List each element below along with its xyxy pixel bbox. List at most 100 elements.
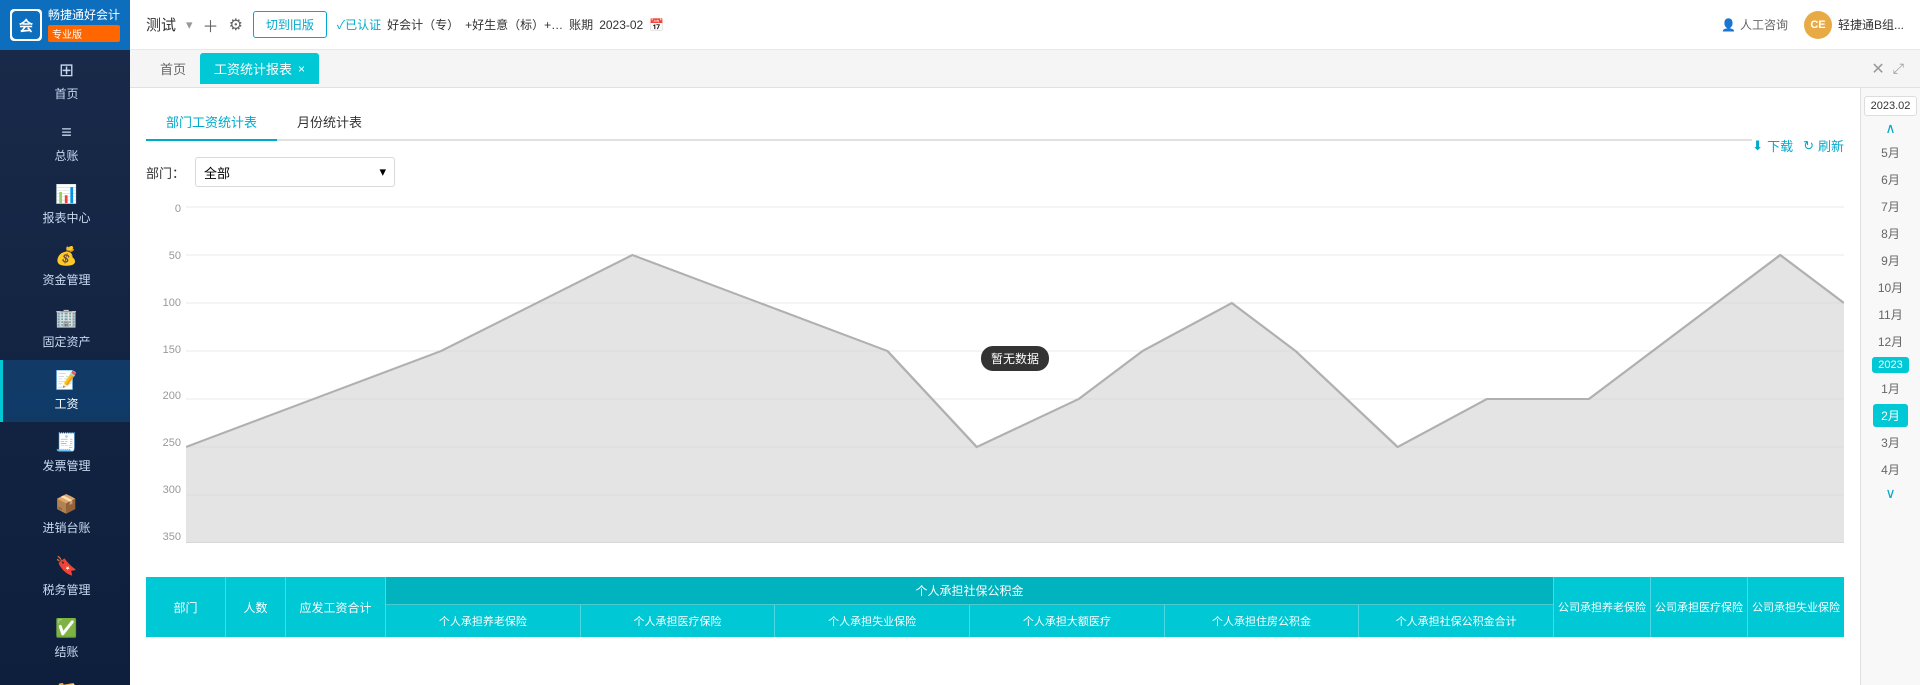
sidebar-item-reports[interactable]: 📊 报表中心 — [0, 174, 130, 236]
th-group-label: 个人承担社保公积金 — [915, 582, 1023, 599]
filter-actions: ⬇ 下载 ↻ 刷新 — [1752, 136, 1844, 155]
sidebar-item-label: 报表中心 — [42, 209, 90, 226]
sub-tab-monthly[interactable]: 月份统计表 — [277, 104, 382, 141]
sidebar-item-assets[interactable]: 🏢 固定资产 — [0, 298, 130, 360]
download-button[interactable]: ⬇ 下载 — [1752, 136, 1793, 155]
month-jan[interactable]: 1月 — [1873, 377, 1908, 400]
y-label-150: 150 — [146, 344, 181, 356]
tab-close-button[interactable]: × — [298, 62, 305, 76]
th-company-pension: 公司承担养老保险 — [1554, 577, 1651, 637]
reports-icon: 📊 — [55, 184, 77, 205]
assets-icon: 🏢 — [55, 308, 77, 329]
topbar-add-button[interactable]: ＋ — [203, 13, 219, 37]
up-nav-button[interactable]: ∧ — [1885, 120, 1895, 137]
year-2023-label[interactable]: 2023 — [1872, 357, 1908, 373]
sidebar: 会 畅捷通好会计 专业版 ⊞ 首页 ≡ 总账 📊 报表中心 💰 资金管理 🏢 固… — [0, 0, 130, 685]
month-jun[interactable]: 6月 — [1873, 168, 1908, 191]
refresh-label: 刷新 — [1818, 136, 1844, 155]
sidebar-item-settle[interactable]: ✅ 结账 — [0, 608, 130, 670]
user-name: 轻捷通B组... — [1838, 16, 1904, 33]
month-sep[interactable]: 9月 — [1873, 249, 1908, 272]
th-dept: 部门 — [146, 577, 226, 637]
th-personal-housing-fund: 个人承担住房公积金 — [1165, 605, 1360, 637]
down-nav-button[interactable]: ∨ — [1885, 485, 1895, 502]
topbar-title: 测试 — [146, 14, 176, 35]
panel-expand-button[interactable]: ⤢ — [1893, 60, 1904, 77]
sidebar-item-tax[interactable]: 🔖 税务管理 — [0, 546, 130, 608]
chevron-down-icon: ▾ — [379, 164, 386, 180]
sub-tab-dept[interactable]: 部门工资统计表 — [146, 104, 277, 141]
user-menu[interactable]: CE 轻捷通B组... — [1804, 11, 1904, 39]
sidebar-item-label: 进销台账 — [42, 519, 90, 536]
main-content: 测试 ▾ ＋ ⚙ 切到旧版 ✓已认证 好会计（专） +好生意（标）+… 账期 2… — [130, 0, 1920, 685]
help-button[interactable]: 👤 人工咨询 — [1721, 16, 1788, 33]
switch-to-old-button[interactable]: 切到旧版 — [253, 11, 327, 38]
sidebar-item-label: 发票管理 — [42, 457, 90, 474]
sidebar-item-label: 资金管理 — [42, 271, 90, 288]
right-panel-year[interactable]: 2023.02 — [1864, 96, 1918, 116]
month-aug[interactable]: 8月 — [1873, 222, 1908, 245]
y-label-300: 300 — [146, 484, 181, 496]
sidebar-item-sales[interactable]: 📦 进销台账 — [0, 484, 130, 546]
th-company-unemployment: 公司承担失业保险 — [1748, 577, 1844, 637]
dept-select[interactable]: 全部 ▾ — [195, 157, 395, 187]
dept-select-value: 全部 — [204, 163, 230, 182]
sales-icon: 📦 — [55, 494, 77, 515]
sidebar-item-home[interactable]: ⊞ 首页 — [0, 50, 130, 112]
month-mar[interactable]: 3月 — [1873, 431, 1908, 454]
tab-home-label: 首页 — [160, 62, 186, 77]
help-icon: 👤 — [1721, 18, 1736, 32]
chart-tooltip: 暂无数据 — [981, 346, 1049, 371]
sidebar-item-ledger[interactable]: ≡ 总账 — [0, 112, 130, 174]
sidebar-item-archive[interactable]: 📁 归档管理 — [0, 670, 130, 685]
invoices-icon: 🧾 — [55, 432, 77, 453]
sidebar-item-funds[interactable]: 💰 资金管理 — [0, 236, 130, 298]
topbar-settings-button[interactable]: ⚙ — [229, 15, 243, 35]
month-feb-active[interactable]: 2月 — [1873, 404, 1908, 427]
download-label: 下载 — [1767, 136, 1793, 155]
th-personal-pension: 个人承担养老保险 — [386, 605, 581, 637]
th-personal-group: 个人承担社保公积金 个人承担养老保险 个人承担医疗保险 个人承担失业保险 — [386, 577, 1554, 637]
panel-close-button[interactable]: ✕ — [1871, 59, 1884, 79]
month-apr[interactable]: 4月 — [1873, 458, 1908, 481]
th-personal-serious-illness: 个人承担大额医疗 — [970, 605, 1165, 637]
sidebar-logo: 会 畅捷通好会计 专业版 — [0, 0, 130, 50]
sidebar-item-salary[interactable]: 📝 工资 — [0, 360, 130, 422]
topbar: 测试 ▾ ＋ ⚙ 切到旧版 ✓已认证 好会计（专） +好生意（标）+… 账期 2… — [130, 0, 1920, 50]
y-label-0: 0 — [146, 203, 181, 215]
content-area: 部门工资统计表 月份统计表 ⬇ 下载 ↻ 刷新 — [130, 88, 1920, 685]
month-oct[interactable]: 10月 — [1870, 276, 1911, 299]
logo-title: 畅捷通好会计 — [48, 8, 120, 24]
sidebar-item-label: 税务管理 — [42, 581, 90, 598]
status-period-label: 账期 — [569, 16, 593, 33]
month-nov[interactable]: 11月 — [1870, 303, 1910, 326]
th-headcount: 人数 — [226, 577, 286, 637]
logo-badge: 专业版 — [48, 25, 120, 42]
archive-icon: 📁 — [55, 680, 77, 685]
y-label-200: 200 — [146, 390, 181, 402]
sidebar-nav: ⊞ 首页 ≡ 总账 📊 报表中心 💰 资金管理 🏢 固定资产 📝 工资 🧾 发票… — [0, 50, 130, 685]
help-label: 人工咨询 — [1740, 16, 1788, 33]
logo-icon: 会 — [10, 9, 42, 41]
refresh-button[interactable]: ↻ 刷新 — [1803, 136, 1844, 155]
funds-icon: 💰 — [55, 246, 77, 267]
sub-tabs: 部门工资统计表 月份统计表 — [146, 104, 1752, 141]
th-personal-medical: 个人承担医疗保险 — [581, 605, 776, 637]
topbar-dropdown-arrow[interactable]: ▾ — [186, 17, 193, 33]
month-may[interactable]: 5月 — [1873, 141, 1908, 164]
tab-salary[interactable]: 工资统计报表 × — [200, 53, 319, 84]
calendar-icon[interactable]: 📅 — [649, 18, 664, 32]
status-certified: ✓已认证 — [337, 16, 381, 33]
month-dec[interactable]: 12月 — [1870, 330, 1911, 353]
sidebar-item-label: 结账 — [54, 643, 78, 660]
tax-icon: 🔖 — [55, 556, 77, 577]
sidebar-item-label: 首页 — [54, 85, 78, 102]
sidebar-item-invoices[interactable]: 🧾 发票管理 — [0, 422, 130, 484]
topbar-right: 👤 人工咨询 CE 轻捷通B组... — [1721, 11, 1904, 39]
status-good-accounting: 好会计（专） — [387, 16, 459, 33]
month-jul[interactable]: 7月 — [1873, 195, 1908, 218]
tab-home[interactable]: 首页 — [146, 53, 200, 84]
th-company-medical: 公司承担医疗保险 — [1651, 577, 1748, 637]
chart-area: 暂无数据 — [186, 203, 1844, 543]
y-label-350: 350 — [146, 531, 181, 543]
